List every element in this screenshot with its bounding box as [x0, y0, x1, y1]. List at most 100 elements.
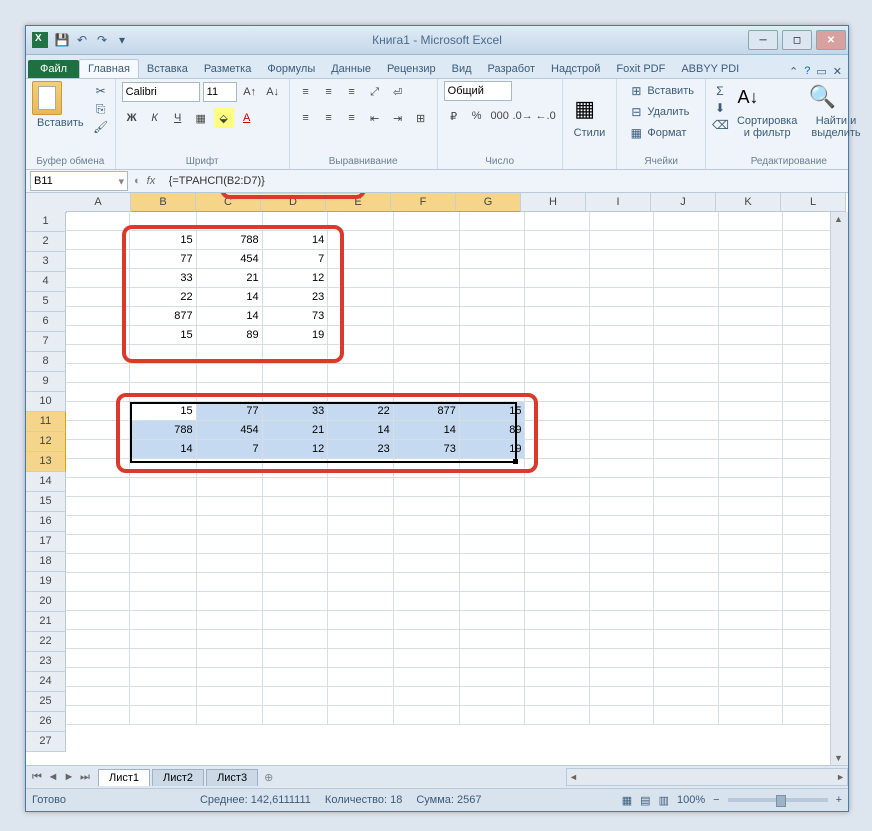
dropdown-icon[interactable]: ◐	[134, 175, 141, 187]
name-box[interactable]: B11▾	[30, 171, 128, 191]
decrease-indent-icon[interactable]: ⇤	[365, 108, 385, 128]
delete-cells-icon: ⊟	[628, 104, 644, 120]
align-right-icon[interactable]: ≡	[342, 108, 362, 128]
sort-filter-button[interactable]: Сортировка и фильтр	[732, 113, 802, 141]
view-layout-icon[interactable]: ▤	[640, 794, 650, 807]
row-headers[interactable]: 1234567891011121314151617181920212223242…	[26, 212, 66, 752]
app-window: 💾 ↶ ↷ ▾ Книга1 - Microsoft Excel ─ ◻ ✕ Ф…	[25, 25, 849, 812]
merge-icon[interactable]: ⊞	[411, 108, 431, 128]
doc-close-icon[interactable]: ✕	[833, 65, 842, 78]
border-icon[interactable]: ▦	[191, 108, 211, 128]
zoom-out-icon[interactable]: −	[713, 794, 719, 806]
tab-addins[interactable]: Надстрой	[543, 60, 608, 78]
spreadsheet-grid[interactable]: ABCDEFGHIJKL 123456789101112131415161718…	[26, 193, 848, 765]
align-left-icon[interactable]: ≡	[296, 108, 316, 128]
ribbon-minimize-icon[interactable]: ⌃	[789, 65, 798, 78]
redo-icon[interactable]: ↷	[94, 32, 110, 48]
cells-delete-button[interactable]: ⊟Удалить	[623, 102, 694, 122]
sheet-tabs: ⏮ ◄ ► ⏭ Лист1 Лист2 Лист3 ⊕	[26, 765, 848, 788]
zoom-value: 100%	[677, 794, 705, 806]
sheet-tab-2[interactable]: Лист2	[152, 769, 204, 786]
sheet-tab-3[interactable]: Лист3	[206, 769, 258, 786]
column-headers[interactable]: ABCDEFGHIJKL	[66, 193, 846, 212]
font-name-input[interactable]	[122, 82, 200, 102]
formula-input[interactable]	[169, 172, 844, 190]
view-pagebreak-icon[interactable]: ▥	[659, 794, 669, 807]
select-all-corner[interactable]	[26, 193, 67, 213]
autosum-icon[interactable]: Σ	[712, 83, 728, 99]
underline-button[interactable]: Ч	[168, 108, 188, 128]
tab-formulas[interactable]: Формулы	[259, 60, 323, 78]
clear-icon[interactable]: ⌫	[712, 117, 728, 133]
close-button[interactable]: ✕	[816, 30, 846, 50]
format-painter-icon[interactable]: 🖌	[93, 119, 109, 135]
currency-icon[interactable]: ₽	[444, 106, 464, 126]
align-top-icon[interactable]: ≡	[296, 82, 316, 102]
tab-insert[interactable]: Вставка	[139, 60, 196, 78]
font-size-input[interactable]	[203, 82, 237, 102]
number-format-input[interactable]	[444, 81, 512, 101]
tab-review[interactable]: Рецензир	[379, 60, 444, 78]
zoom-in-icon[interactable]: +	[836, 794, 842, 806]
cut-icon[interactable]: ✂	[93, 83, 109, 99]
font-color-icon[interactable]: A	[237, 108, 257, 128]
group-label: Выравнивание	[296, 153, 431, 169]
increase-indent-icon[interactable]: ⇥	[388, 108, 408, 128]
sheet-nav-prev-icon[interactable]: ◄	[46, 771, 60, 784]
doc-restore-icon[interactable]: ▭	[816, 65, 826, 78]
align-bottom-icon[interactable]: ≡	[342, 82, 362, 102]
fill-icon[interactable]: ⬇	[712, 100, 728, 116]
styles-icon[interactable]: ▦	[569, 93, 601, 125]
sheet-nav-next-icon[interactable]: ►	[62, 771, 76, 784]
cells-format-button[interactable]: ▦Формат	[623, 123, 691, 143]
sheet-tab-1[interactable]: Лист1	[98, 769, 150, 786]
fill-color-icon[interactable]: ⬙	[214, 108, 234, 128]
save-icon[interactable]: 💾	[54, 32, 70, 48]
sheet-nav-last-icon[interactable]: ⏭	[78, 771, 92, 784]
increase-font-icon[interactable]: A↑	[240, 82, 260, 102]
tab-dev[interactable]: Разработ	[480, 60, 543, 78]
bold-button[interactable]: Ж	[122, 108, 142, 128]
increase-decimal-icon[interactable]: .0→	[513, 106, 533, 126]
sort-filter-icon[interactable]: A↓	[732, 81, 764, 113]
help-icon[interactable]: ?	[804, 65, 810, 78]
align-middle-icon[interactable]: ≡	[319, 82, 339, 102]
tab-home[interactable]: Главная	[79, 59, 139, 78]
tab-foxit[interactable]: Foxit PDF	[608, 60, 673, 78]
tab-file[interactable]: Файл	[28, 60, 79, 78]
find-select-icon[interactable]: 🔍	[806, 81, 838, 113]
styles-button[interactable]: Стили	[569, 125, 611, 141]
excel-icon	[32, 32, 48, 48]
tab-view[interactable]: Вид	[444, 60, 480, 78]
paste-icon[interactable]	[32, 81, 62, 115]
orientation-icon[interactable]: ⤢	[365, 82, 385, 102]
view-normal-icon[interactable]: ▦	[622, 794, 632, 807]
maximize-button[interactable]: ◻	[782, 30, 812, 50]
comma-icon[interactable]: 000	[490, 106, 510, 126]
group-cells: ⊞Вставить ⊟Удалить ▦Формат Ячейки	[617, 79, 706, 169]
fx-icon[interactable]: fx	[147, 175, 163, 187]
group-styles: ▦ Стили	[563, 79, 618, 169]
wrap-text-icon[interactable]: ⏎	[388, 82, 408, 102]
italic-button[interactable]: К	[145, 108, 165, 128]
decrease-decimal-icon[interactable]: ←.0	[536, 106, 556, 126]
find-select-button[interactable]: Найти и выделить	[806, 113, 865, 141]
copy-icon[interactable]: ⎘	[93, 101, 109, 117]
tab-abbyy[interactable]: ABBYY PDI	[673, 60, 747, 78]
new-sheet-icon[interactable]: ⊕	[258, 771, 279, 784]
qat-dropdown-icon[interactable]: ▾	[114, 32, 130, 48]
tab-data[interactable]: Данные	[323, 60, 379, 78]
sheet-nav-first-icon[interactable]: ⏮	[30, 771, 44, 784]
cells-area[interactable]: 1578814774547332112221423877147315891915…	[66, 212, 848, 725]
paste-button[interactable]: Вставить	[32, 115, 89, 131]
align-center-icon[interactable]: ≡	[319, 108, 339, 128]
percent-icon[interactable]: %	[467, 106, 487, 126]
vertical-scrollbar[interactable]	[830, 212, 848, 765]
horizontal-scrollbar[interactable]	[566, 768, 848, 786]
undo-icon[interactable]: ↶	[74, 32, 90, 48]
minimize-button[interactable]: ─	[748, 30, 778, 50]
zoom-slider[interactable]	[728, 798, 828, 802]
cells-insert-button[interactable]: ⊞Вставить	[623, 81, 699, 101]
tab-layout[interactable]: Разметка	[196, 60, 260, 78]
decrease-font-icon[interactable]: A↓	[263, 82, 283, 102]
